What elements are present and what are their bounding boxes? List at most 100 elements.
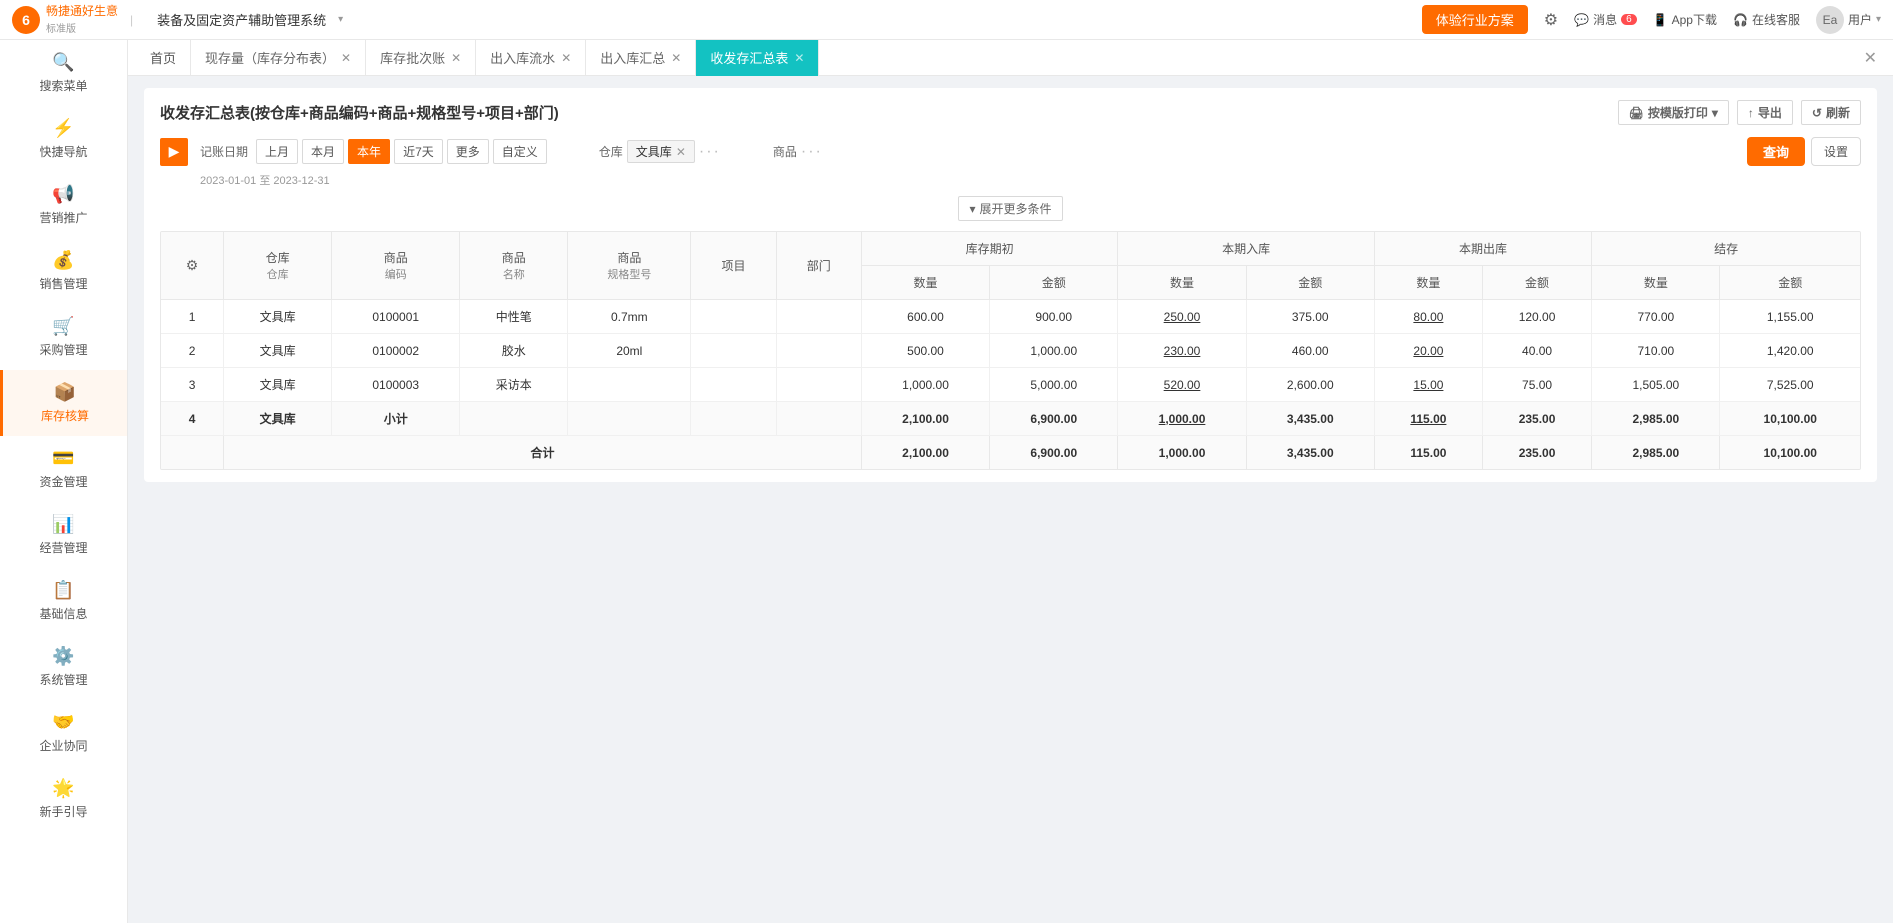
table-row: 2 文具库 0100002 胶水 20ml 500.00 1,000.00 — [161, 334, 1860, 368]
date-btn-more[interactable]: 更多 — [447, 139, 489, 164]
row1-in-qty[interactable]: 250.00 — [1118, 300, 1246, 334]
tab-stock-dist[interactable]: 现存量（库存分布表） ✕ — [191, 40, 366, 76]
row1-in-amt: 375.00 — [1246, 300, 1374, 334]
subtotal-no: 4 — [161, 402, 224, 436]
filter-action-buttons: 查询 设置 — [1747, 137, 1861, 166]
app-download-btn[interactable]: 📱 App下载 — [1653, 11, 1717, 28]
sidebar-label-purchase: 采购管理 — [39, 341, 87, 358]
date-btn-last-month[interactable]: 上月 — [256, 139, 298, 164]
sidebar-item-sales[interactable]: 💰 销售管理 — [0, 238, 127, 304]
purchase-icon: 🛒 — [52, 316, 74, 337]
subtotal-empty4 — [776, 402, 861, 436]
goods-filter-label: 商品 — [773, 143, 797, 160]
sidebar-item-purchase[interactable]: 🛒 采购管理 — [0, 304, 127, 370]
query-button[interactable]: 查询 — [1747, 137, 1805, 166]
warehouse-tag-text: 文具库 — [636, 143, 672, 160]
row1-code: 0100001 — [332, 300, 460, 334]
subtotal-close-amt: 10,100.00 — [1720, 402, 1860, 436]
row3-open-amt: 5,000.00 — [990, 368, 1118, 402]
footer-label: 合计 — [224, 436, 862, 470]
date-btn-this-year[interactable]: 本年 — [348, 139, 390, 164]
row2-close-qty: 710.00 — [1592, 334, 1720, 368]
th-close-qty: 数量 — [1592, 266, 1720, 300]
row3-open-qty: 1,000.00 — [861, 368, 989, 402]
sidebar-item-finance[interactable]: 💳 资金管理 — [0, 436, 127, 502]
subtotal-empty1 — [460, 402, 568, 436]
main-card: 收发存汇总表(按仓库+商品编码+商品+规格型号+项目+部门) 🖨 按模版打印 ▾… — [144, 88, 1877, 482]
print-button[interactable]: 🖨 按模版打印 ▾ — [1618, 100, 1729, 125]
settings-icon[interactable]: ⚙ — [1544, 10, 1558, 30]
date-btn-this-month[interactable]: 本月 — [302, 139, 344, 164]
refresh-button[interactable]: ↺ 刷新 — [1801, 100, 1861, 125]
row1-name: 中性笔 — [460, 300, 568, 334]
row2-out-qty[interactable]: 20.00 — [1374, 334, 1482, 368]
footer-empty — [161, 436, 224, 470]
expand-more-button[interactable]: ▾ 展开更多条件 — [958, 196, 1062, 221]
row2-open-amt: 1,000.00 — [990, 334, 1118, 368]
row2-close-amt: 1,420.00 — [1720, 334, 1860, 368]
date-btn-7days[interactable]: 近7天 — [394, 139, 443, 164]
row3-out-qty[interactable]: 15.00 — [1374, 368, 1482, 402]
try-industry-button[interactable]: 体验行业方案 — [1422, 5, 1528, 34]
tab-bar: 首页 现存量（库存分布表） ✕ 库存批次账 ✕ 出入库流水 ✕ 出入库汇总 ✕ — [128, 40, 1893, 76]
page-title-text: 收发存汇总表(按仓库+商品编码+商品+规格型号+项目+部门) — [160, 102, 559, 123]
row3-no: 3 — [161, 368, 224, 402]
tab-in-out-flow-close[interactable]: ✕ — [561, 51, 571, 65]
sidebar-item-search[interactable]: 🔍 搜索菜单 — [0, 40, 127, 106]
message-btn[interactable]: 💬 消息 6 — [1574, 11, 1637, 28]
th-settings[interactable]: ⚙ — [161, 232, 224, 300]
tab-in-out-flow[interactable]: 出入库流水 ✕ — [476, 40, 586, 76]
tab-batch-ledger[interactable]: 库存批次账 ✕ — [366, 40, 476, 76]
th-dept: 部门 — [776, 232, 861, 300]
sidebar-item-quick-nav[interactable]: ⚡ 快捷导航 — [0, 106, 127, 172]
sidebar-item-basic[interactable]: 📋 基础信息 — [0, 568, 127, 634]
warehouse-more-btn[interactable]: ··· — [699, 143, 721, 161]
sidebar-item-enterprise[interactable]: 🤝 企业协同 — [0, 700, 127, 766]
tab-stock-dist-close[interactable]: ✕ — [341, 51, 351, 65]
warehouse-tag-close[interactable]: ✕ — [676, 145, 686, 159]
logo-icon: 6 — [12, 6, 40, 34]
print-icon: 🖨 — [1629, 106, 1644, 120]
filter-area: ▶ 记账日期 上月 本月 本年 近7天 更多 自定义 — [160, 137, 1861, 221]
row1-out-qty[interactable]: 80.00 — [1374, 300, 1482, 334]
subtotal-out-qty[interactable]: 115.00 — [1374, 402, 1482, 436]
close-all-tabs[interactable]: ✕ — [1856, 48, 1885, 68]
tab-receive-send-close[interactable]: ✕ — [794, 51, 804, 65]
subtotal-empty3 — [691, 402, 776, 436]
date-btn-custom[interactable]: 自定义 — [493, 139, 547, 164]
system-dropdown-arrow[interactable]: ▾ — [338, 14, 343, 25]
online-service-btn[interactable]: 🎧 在线客服 — [1733, 11, 1800, 28]
user-label: 用户 — [1848, 11, 1872, 28]
subtotal-label: 小计 — [332, 402, 460, 436]
subtotal-in-qty[interactable]: 1,000.00 — [1118, 402, 1246, 436]
row2-in-qty[interactable]: 230.00 — [1118, 334, 1246, 368]
page-title-row: 收发存汇总表(按仓库+商品编码+商品+规格型号+项目+部门) 🖨 按模版打印 ▾… — [160, 100, 1861, 125]
data-table: ⚙ 仓库 仓库 商品 编码 — [161, 232, 1860, 469]
row3-in-qty[interactable]: 520.00 — [1118, 368, 1246, 402]
th-warehouse: 仓库 仓库 — [224, 232, 332, 300]
sidebar-item-inventory[interactable]: 📦 库存核算 — [0, 370, 127, 436]
footer-close-amt: 10,100.00 — [1720, 436, 1860, 470]
tab-in-out-summary-close[interactable]: ✕ — [671, 51, 681, 65]
sidebar-item-operation[interactable]: 📊 经营管理 — [0, 502, 127, 568]
footer-row: 合计 2,100.00 6,900.00 1,000.00 3,435.00 1… — [161, 436, 1860, 470]
tab-home[interactable]: 首页 — [136, 40, 191, 76]
subtotal-warehouse: 文具库 — [224, 402, 332, 436]
tab-receive-send-summary[interactable]: 收发存汇总表 ✕ — [696, 40, 819, 76]
th-goods-name: 商品 名称 — [460, 232, 568, 300]
sidebar-label-system: 系统管理 — [39, 671, 87, 688]
sidebar-item-guide[interactable]: 🌟 新手引导 — [0, 766, 127, 832]
sidebar-item-marketing[interactable]: 📢 营销推广 — [0, 172, 127, 238]
sidebar-label-inventory: 库存核算 — [41, 407, 89, 424]
row2-no: 2 — [161, 334, 224, 368]
sidebar-item-system[interactable]: ⚙️ 系统管理 — [0, 634, 127, 700]
user-area[interactable]: Ea 用户 ▾ — [1816, 6, 1881, 34]
tab-in-out-summary[interactable]: 出入库汇总 ✕ — [586, 40, 696, 76]
tab-batch-ledger-close[interactable]: ✕ — [451, 51, 461, 65]
filter-settings-button[interactable]: 设置 — [1811, 137, 1861, 166]
filter-toggle-button[interactable]: ▶ — [160, 138, 188, 166]
export-button[interactable]: ↑ 导出 — [1737, 100, 1793, 125]
date-filter-group: 记账日期 上月 本月 本年 近7天 更多 自定义 — [200, 139, 547, 164]
goods-more-btn[interactable]: ··· — [801, 143, 823, 161]
sidebar: 🔍 搜索菜单 ⚡ 快捷导航 📢 营销推广 💰 销售管理 🛒 采购管理 📦 — [0, 40, 128, 923]
